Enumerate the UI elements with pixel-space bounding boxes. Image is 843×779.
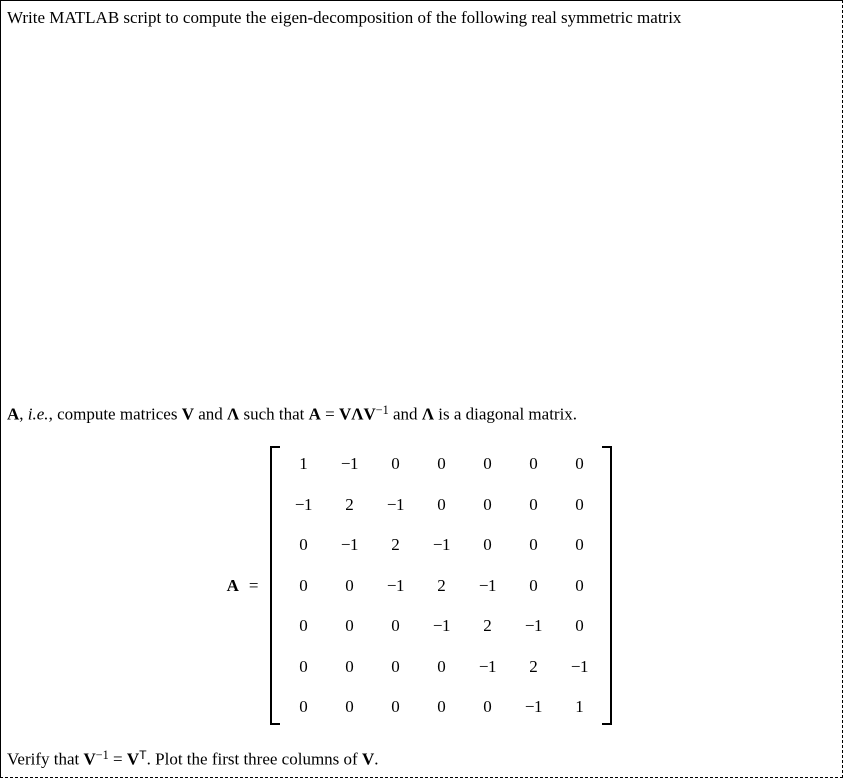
matrix-cell: −1 xyxy=(510,606,556,647)
matrix-cell: 0 xyxy=(510,525,556,566)
matrix-cell: −1 xyxy=(372,565,418,606)
matrix-cell: 2 xyxy=(372,525,418,566)
matrix-cell: 0 xyxy=(418,687,464,728)
text-comma: , xyxy=(19,405,28,424)
text-post: is a diagonal matrix. xyxy=(434,405,577,424)
symbol-VAV: VΛV xyxy=(339,405,376,424)
matrix-cell: 0 xyxy=(510,565,556,606)
table-row: 0 0 0 0 0 −1 1 xyxy=(280,687,602,728)
matrix-cell: −1 xyxy=(510,687,556,728)
matrix-cell: 0 xyxy=(326,565,372,606)
matrix-cell: 1 xyxy=(280,444,326,485)
symbol-A: A xyxy=(7,405,19,424)
matrix-cell: −1 xyxy=(464,565,510,606)
matrix-cell: 2 xyxy=(510,646,556,687)
matrix-lhs-A: A xyxy=(227,576,239,596)
table-row: 0 0 −1 2 −1 0 0 xyxy=(280,565,602,606)
matrix-cell: 0 xyxy=(464,484,510,525)
text-ie: i.e. xyxy=(28,405,49,424)
matrix-cell: −1 xyxy=(372,484,418,525)
matrix-table: 1 −1 0 0 0 0 0 −1 2 −1 0 0 0 xyxy=(280,444,602,728)
symbol-V: V xyxy=(182,405,194,424)
matrix-cell: 0 xyxy=(326,687,372,728)
matrix-cell: 0 xyxy=(326,606,372,647)
matrix-cell: 0 xyxy=(372,444,418,485)
paragraph-verify: Verify that V−1 = VT. Plot the first thr… xyxy=(7,747,834,771)
matrix-cell: 0 xyxy=(556,565,602,606)
right-bracket-icon xyxy=(602,444,614,728)
text-eq: = xyxy=(321,405,339,424)
text-and2: and xyxy=(389,405,422,424)
matrix-cell: 0 xyxy=(280,687,326,728)
matrix-cell: −1 xyxy=(418,525,464,566)
table-row: −1 2 −1 0 0 0 0 xyxy=(280,484,602,525)
text-such-that: such that xyxy=(239,405,308,424)
matrix-cell: 0 xyxy=(556,525,602,566)
vertical-gap xyxy=(7,29,834,402)
left-bracket-icon xyxy=(268,444,280,728)
matrix-cell: −1 xyxy=(556,646,602,687)
text-verify-pre: Verify that xyxy=(7,750,83,769)
text-verify-post: . Plot the first three columns of xyxy=(147,750,362,769)
matrix-cell: 0 xyxy=(510,484,556,525)
matrix-cell: 0 xyxy=(326,646,372,687)
matrix-cell: 0 xyxy=(372,687,418,728)
text-and: and xyxy=(194,405,227,424)
text-mid: , compute matrices xyxy=(49,405,182,424)
matrix-cell: 0 xyxy=(280,646,326,687)
matrix-cell: 0 xyxy=(418,646,464,687)
text-period: . xyxy=(374,750,378,769)
symbol-V2: V xyxy=(83,750,95,769)
sup-neg1b: −1 xyxy=(96,748,109,762)
matrix-cell: 1 xyxy=(556,687,602,728)
matrix-cell: 2 xyxy=(418,565,464,606)
matrix-equation: A = 1 −1 0 0 0 0 0 −1 2 xyxy=(7,444,834,728)
paragraph-definition: A, i.e., compute matrices V and Λ such t… xyxy=(7,402,834,426)
matrix-cell: 0 xyxy=(372,606,418,647)
matrix-cell: 2 xyxy=(464,606,510,647)
matrix-cell: 0 xyxy=(464,525,510,566)
matrix-cell: 0 xyxy=(418,444,464,485)
matrix-cell: 2 xyxy=(326,484,372,525)
matrix-cell: −1 xyxy=(464,646,510,687)
symbol-Lambda2: Λ xyxy=(422,405,434,424)
table-row: 0 0 0 −1 2 −1 0 xyxy=(280,606,602,647)
matrix-cell: 0 xyxy=(510,444,556,485)
text-eq2: = xyxy=(109,750,127,769)
matrix-cell: 0 xyxy=(464,444,510,485)
table-row: 1 −1 0 0 0 0 0 xyxy=(280,444,602,485)
matrix-cell: −1 xyxy=(418,606,464,647)
matrix-cell: 0 xyxy=(556,606,602,647)
paragraph-intro: Write MATLAB script to compute the eigen… xyxy=(7,7,834,29)
table-row: 0 0 0 0 −1 2 −1 xyxy=(280,646,602,687)
equals-sign: = xyxy=(249,576,259,596)
matrix-cell: 0 xyxy=(556,484,602,525)
table-row: 0 −1 2 −1 0 0 0 xyxy=(280,525,602,566)
symbol-V4: V xyxy=(362,750,374,769)
matrix-cell: 0 xyxy=(464,687,510,728)
symbol-Lambda: Λ xyxy=(227,405,239,424)
matrix-cell: −1 xyxy=(326,444,372,485)
sup-neg1: −1 xyxy=(376,403,389,417)
sup-T: T xyxy=(139,748,146,762)
matrix-cell: 0 xyxy=(280,525,326,566)
symbol-A2: A xyxy=(309,405,321,424)
matrix-cell: 0 xyxy=(372,646,418,687)
matrix-cell: 0 xyxy=(556,444,602,485)
matrix-cell: −1 xyxy=(326,525,372,566)
matrix-cell: 0 xyxy=(280,606,326,647)
matrix-cell: 0 xyxy=(280,565,326,606)
symbol-V3: V xyxy=(127,750,139,769)
matrix-cell: −1 xyxy=(280,484,326,525)
matrix-cell: 0 xyxy=(418,484,464,525)
matrix-brackets: 1 −1 0 0 0 0 0 −1 2 −1 0 0 0 xyxy=(268,444,614,728)
